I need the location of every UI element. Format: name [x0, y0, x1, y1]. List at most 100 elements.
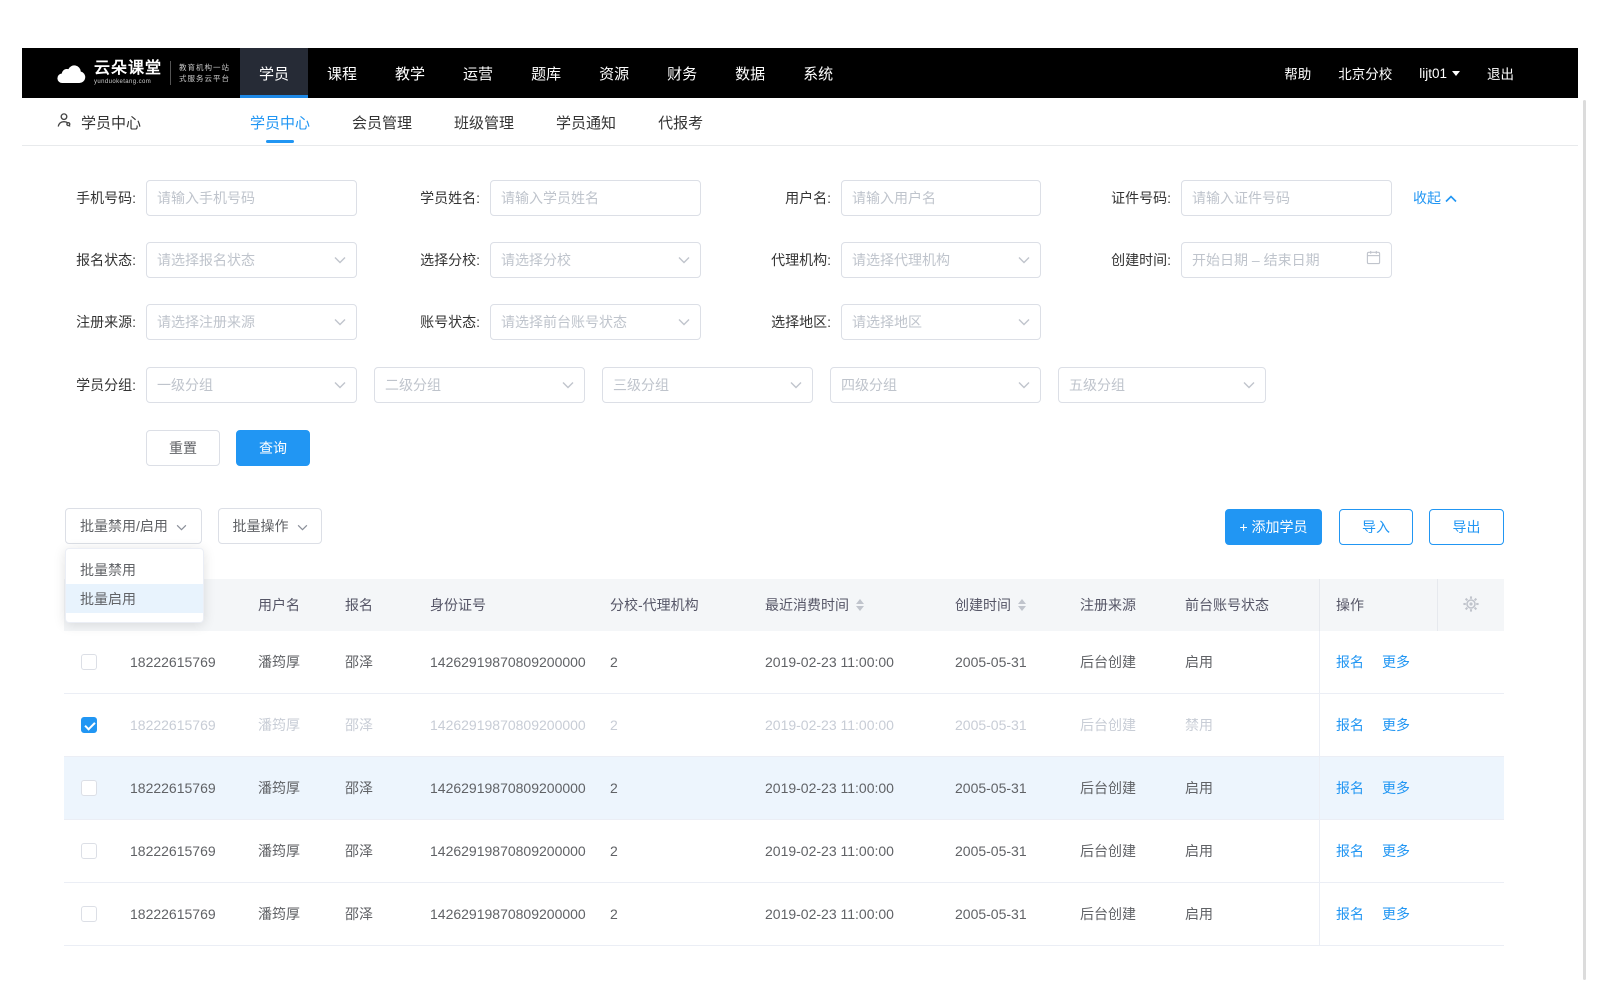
cell-id_number: 14262919870809200000 — [414, 717, 594, 733]
sub-nav-tab[interactable]: 学员中心 — [250, 98, 310, 146]
top-nav-item[interactable]: 教学 — [376, 48, 444, 98]
sort-icon[interactable] — [856, 599, 864, 611]
brand-tagline: 教育机构一站 式服务云平台 — [179, 62, 230, 85]
row-action-link[interactable]: 更多 — [1382, 778, 1410, 798]
top-nav-item[interactable]: 学员 — [240, 48, 308, 98]
column-header-label: 操作 — [1336, 595, 1364, 615]
column-header-branch: 分校-代理机构 — [594, 579, 749, 631]
cell-status: 禁用 — [1169, 715, 1319, 735]
cell-action: 报名更多 — [1319, 883, 1437, 945]
cell-status: 启用 — [1169, 778, 1319, 798]
sub-nav-bar: 学员中心 学员中心会员管理班级管理学员通知代报考 — [22, 98, 1578, 146]
dropdown-menu-item[interactable]: 批量启用 — [66, 584, 203, 613]
row-action-link[interactable]: 更多 — [1382, 841, 1410, 861]
import-button[interactable]: 导入 — [1339, 509, 1413, 545]
column-header-id_number: 身份证号 — [414, 579, 594, 631]
row-checkbox[interactable] — [81, 906, 97, 922]
top-nav-item-label: 题库 — [531, 63, 561, 84]
row-checkbox[interactable] — [81, 717, 97, 733]
id-number-input[interactable]: 请输入证件号码 — [1181, 180, 1392, 216]
create-time-daterange[interactable]: 开始日期 – 结束日期 — [1181, 242, 1392, 278]
group-select-level-2[interactable]: 二级分组 — [374, 367, 585, 403]
sub-nav-tab[interactable]: 班级管理 — [454, 98, 514, 146]
row-checkbox[interactable] — [81, 780, 97, 796]
column-header-gear[interactable] — [1437, 579, 1504, 631]
group-select-level-5[interactable]: 五级分组 — [1058, 367, 1266, 403]
column-header-created[interactable]: 创建时间 — [939, 579, 1064, 631]
batch-toggle-dropdown-button[interactable]: 批量禁用/启用 — [65, 508, 202, 544]
chevron-down-icon — [334, 376, 346, 394]
sub-nav-tab[interactable]: 会员管理 — [352, 98, 412, 146]
cell-branch: 2 — [594, 780, 749, 796]
username-input[interactable]: 请输入用户名 — [841, 180, 1041, 216]
top-nav-item[interactable]: 资源 — [580, 48, 648, 98]
row-action-link[interactable]: 报名 — [1336, 778, 1364, 798]
group-select-level-1[interactable]: 一级分组 — [146, 367, 357, 403]
enroll-status-select[interactable]: 请选择报名状态 — [146, 242, 357, 278]
branch-select[interactable]: 请选择分校 — [490, 242, 701, 278]
row-action-link[interactable]: 更多 — [1382, 904, 1410, 924]
cell-action: 报名更多 — [1319, 631, 1437, 693]
batch-ops-dropdown-button[interactable]: 批量操作 — [218, 508, 322, 544]
top-nav-item[interactable]: 财务 — [648, 48, 716, 98]
brand-domain: yunduoketang.com — [94, 79, 162, 85]
group-select-level-3[interactable]: 三级分组 — [602, 367, 813, 403]
add-student-button[interactable]: + 添加学员 — [1225, 509, 1322, 545]
group-select-placeholder: 五级分组 — [1069, 375, 1243, 395]
cell-branch: 2 — [594, 843, 749, 859]
export-button[interactable]: 导出 — [1429, 509, 1504, 545]
dropdown-menu-item[interactable]: 批量禁用 — [66, 555, 203, 584]
row-checkbox[interactable] — [81, 843, 97, 859]
top-nav-right-item[interactable]: 退出 — [1487, 63, 1514, 83]
top-nav-item[interactable]: 课程 — [308, 48, 376, 98]
search-button[interactable]: 查询 — [236, 430, 310, 466]
filter-enroll-status-label: 报名状态: — [76, 242, 136, 278]
filter-reg-source-label: 注册来源: — [76, 304, 136, 340]
row-action-link[interactable]: 报名 — [1336, 841, 1364, 861]
phone-input[interactable]: 请输入手机号码 — [146, 180, 357, 216]
cell-phone: 18222615769 — [114, 780, 242, 796]
row-action-link[interactable]: 更多 — [1382, 652, 1410, 672]
row-action-link[interactable]: 报名 — [1336, 715, 1364, 735]
row-action-link[interactable]: 更多 — [1382, 715, 1410, 735]
top-nav-right-item[interactable]: 帮助 — [1284, 63, 1311, 83]
top-nav-right-item[interactable]: lijt01 — [1419, 66, 1460, 81]
cell-username: 潘筠厚 — [242, 904, 329, 924]
sort-asc-icon — [856, 599, 864, 604]
account-status-select[interactable]: 请选择前台账号状态 — [490, 304, 701, 340]
top-nav-item[interactable]: 系统 — [784, 48, 852, 98]
sub-nav-tab[interactable]: 学员通知 — [556, 98, 616, 146]
sort-icon[interactable] — [1018, 599, 1026, 611]
calendar-icon — [1366, 250, 1381, 270]
top-nav-item[interactable]: 数据 — [716, 48, 784, 98]
cell-last_consume: 2019-02-23 11:00:00 — [749, 780, 939, 796]
collapse-filters-link[interactable]: 收起 — [1413, 180, 1457, 216]
top-nav-item[interactable]: 运营 — [444, 48, 512, 98]
column-settings-gear-icon[interactable] — [1463, 596, 1479, 615]
table-row: 18222615769潘筠厚邵泽142629198708092000002201… — [64, 694, 1504, 757]
cell-username: 潘筠厚 — [242, 652, 329, 672]
filter-reg-source: 注册来源: 请选择注册来源 — [146, 304, 357, 340]
group-select-level-4[interactable]: 四级分组 — [830, 367, 1041, 403]
row-action-link[interactable]: 报名 — [1336, 904, 1364, 924]
student-name-input[interactable]: 请输入学员姓名 — [490, 180, 701, 216]
sort-desc-icon — [1018, 606, 1026, 611]
sub-nav-tab[interactable]: 代报考 — [658, 98, 703, 146]
region-select[interactable]: 请选择地区 — [841, 304, 1041, 340]
top-nav-item-label: 系统 — [803, 63, 833, 84]
reset-button[interactable]: 重置 — [146, 430, 220, 466]
row-action-link[interactable]: 报名 — [1336, 652, 1364, 672]
column-header-last_consume[interactable]: 最近消费时间 — [749, 579, 939, 631]
agency-select[interactable]: 请选择代理机构 — [841, 242, 1041, 278]
chevron-down-icon — [1243, 376, 1255, 394]
row-checkbox[interactable] — [81, 654, 97, 670]
reg-source-select[interactable]: 请选择注册来源 — [146, 304, 357, 340]
top-nav-right-item[interactable]: 北京分校 — [1338, 63, 1392, 83]
column-header-label: 注册来源 — [1080, 595, 1136, 615]
cell-enroll: 邵泽 — [329, 652, 414, 672]
scrollbar[interactable] — [1583, 100, 1586, 980]
chevron-down-icon — [678, 251, 690, 269]
chevron-down-icon — [334, 313, 346, 331]
cell-username: 潘筠厚 — [242, 778, 329, 798]
top-nav-item[interactable]: 题库 — [512, 48, 580, 98]
